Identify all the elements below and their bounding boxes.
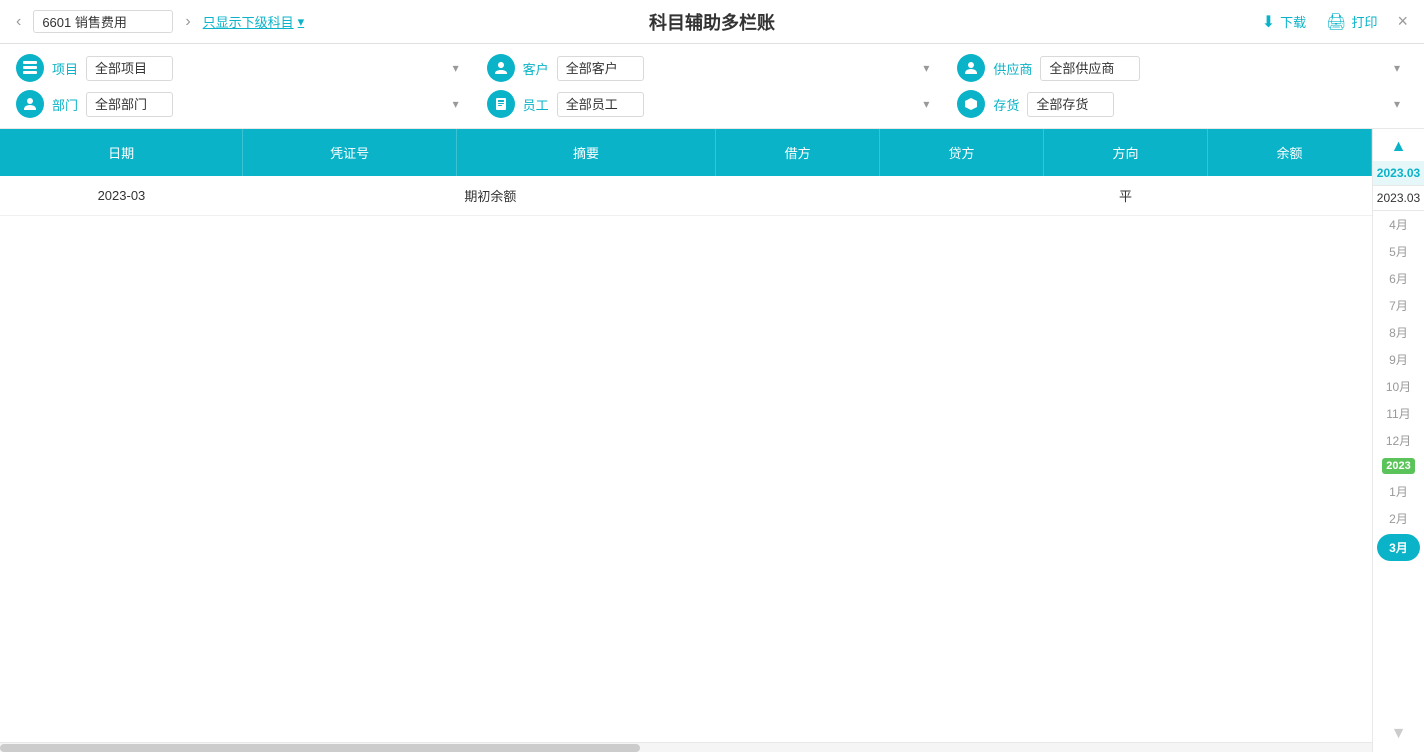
project-icon <box>16 54 44 82</box>
timeline-up-button[interactable]: ▲ <box>1373 133 1424 161</box>
filter-bar: 项目 全部项目 客户 全部客户 <box>0 44 1424 129</box>
cell-direction: 平 <box>1044 176 1208 216</box>
timeline-month-8[interactable]: 8月 <box>1373 319 1424 346</box>
filter-item-customer: 客户 全部客户 <box>487 54 938 82</box>
col-voucher: 凭证号 <box>243 129 457 176</box>
customer-select[interactable]: 全部客户 <box>557 56 644 81</box>
timeline-month-3-active[interactable]: 3月 <box>1377 534 1420 561</box>
download-button[interactable]: ⬇ 下载 <box>1262 12 1306 32</box>
timeline-header-2023-03-1[interactable]: 2023.03 <box>1373 161 1424 186</box>
supplier-icon <box>957 54 985 82</box>
cell-date: 2023-03 <box>0 176 243 216</box>
timeline-month-5[interactable]: 5月 <box>1373 238 1424 265</box>
project-label: 项目 <box>52 59 78 78</box>
table-header-row: 日期 凭证号 摘要 借方 贷方 方向 余额 <box>0 129 1372 176</box>
customer-label: 客户 <box>523 59 549 78</box>
filter-item-department: 部门 全部部门 <box>16 90 467 118</box>
timeline-month-4[interactable]: 4月 <box>1373 211 1424 238</box>
employee-label: 员工 <box>523 95 549 114</box>
page-title: 科目辅助多栏账 <box>649 9 775 35</box>
project-select[interactable]: 全部项目 <box>86 56 173 81</box>
department-select-wrapper: 全部部门 <box>86 92 467 117</box>
down-arrow-icon: ▼ <box>1391 725 1407 743</box>
show-sub-button[interactable]: 只显示下级科目 ▾ <box>203 12 305 31</box>
col-balance: 余额 <box>1207 129 1371 176</box>
timeline-month-9[interactable]: 9月 <box>1373 346 1424 373</box>
table-row: 2023-03 期初余额 平 <box>0 176 1372 216</box>
timeline-month-7[interactable]: 7月 <box>1373 292 1424 319</box>
timeline-month-1[interactable]: 1月 <box>1373 478 1424 505</box>
supplier-label: 供应商 <box>993 59 1032 78</box>
download-label: 下载 <box>1280 12 1306 31</box>
nav-next-button[interactable]: › <box>181 11 194 33</box>
employee-select-wrapper: 全部员工 <box>557 92 938 117</box>
filter-item-employee: 员工 全部员工 <box>487 90 938 118</box>
title-bar-right: ⬇ 下载 🖨 打印 × <box>1262 11 1408 32</box>
supplier-select-wrapper: 全部供应商 <box>1040 56 1408 81</box>
print-icon: 🖨 <box>1326 12 1346 32</box>
main-content: 日期 凭证号 摘要 借方 贷方 方向 余额 2023-03 <box>0 129 1424 752</box>
cell-debit <box>716 176 880 216</box>
timeline-month-11[interactable]: 11月 <box>1373 400 1424 427</box>
col-credit: 贷方 <box>880 129 1044 176</box>
account-code-input[interactable] <box>33 10 173 33</box>
cell-summary: 期初余额 <box>456 176 715 216</box>
timeline-year-2023[interactable]: 2023 <box>1382 458 1414 474</box>
inventory-select-wrapper: 全部存货 <box>1027 92 1408 117</box>
download-icon: ⬇ <box>1262 12 1275 32</box>
nav-prev-button[interactable]: ‹ <box>12 11 25 33</box>
timeline-sidebar: ▲ 2023.03 2023.03 4月 5月 6月 <box>1372 129 1424 752</box>
cell-balance <box>1207 176 1371 216</box>
ledger-table: 日期 凭证号 摘要 借方 贷方 方向 余额 2023-03 <box>0 129 1372 216</box>
timeline-month-12[interactable]: 12月 <box>1373 427 1424 454</box>
main-window: ‹ › 只显示下级科目 ▾ 科目辅助多栏账 ⬇ 下载 🖨 打印 × <box>0 0 1424 752</box>
supplier-select[interactable]: 全部供应商 <box>1040 56 1140 81</box>
filter-row-1: 项目 全部项目 客户 全部客户 <box>16 54 1408 82</box>
timeline-items: 2023.03 2023.03 4月 5月 6月 7月 <box>1373 161 1424 720</box>
title-bar-left: ‹ › 只显示下级科目 ▾ <box>12 10 304 33</box>
table-container[interactable]: 日期 凭证号 摘要 借方 贷方 方向 余额 2023-03 <box>0 129 1372 742</box>
inventory-select[interactable]: 全部存货 <box>1027 92 1114 117</box>
col-summary: 摘要 <box>456 129 715 176</box>
timeline-header-2023-03-2[interactable]: 2023.03 <box>1373 186 1424 211</box>
customer-select-wrapper: 全部客户 <box>557 56 938 81</box>
cell-voucher <box>243 176 457 216</box>
col-direction: 方向 <box>1044 129 1208 176</box>
bottom-scrollbar[interactable] <box>0 742 1372 752</box>
department-label: 部门 <box>52 95 78 114</box>
cell-credit <box>880 176 1044 216</box>
scrollbar-thumb <box>0 744 640 752</box>
inventory-label: 存货 <box>993 95 1019 114</box>
customer-icon <box>487 54 515 82</box>
employee-icon <box>487 90 515 118</box>
project-select-wrapper: 全部项目 <box>86 56 467 81</box>
print-button[interactable]: 🖨 打印 <box>1326 12 1377 32</box>
title-bar: ‹ › 只显示下级科目 ▾ 科目辅助多栏账 ⬇ 下载 🖨 打印 × <box>0 0 1424 44</box>
col-date: 日期 <box>0 129 243 176</box>
filter-item-supplier: 供应商 全部供应商 <box>957 54 1408 82</box>
content-area: 日期 凭证号 摘要 借方 贷方 方向 余额 2023-03 <box>0 129 1372 752</box>
timeline-month-6[interactable]: 6月 <box>1373 265 1424 292</box>
close-button[interactable]: × <box>1397 11 1408 32</box>
timeline-down-button[interactable]: ▼ <box>1373 720 1424 748</box>
timeline-month-2[interactable]: 2月 <box>1373 505 1424 532</box>
employee-select[interactable]: 全部员工 <box>557 92 644 117</box>
filter-item-project: 项目 全部项目 <box>16 54 467 82</box>
department-icon <box>16 90 44 118</box>
print-label: 打印 <box>1351 12 1377 31</box>
department-select[interactable]: 全部部门 <box>86 92 173 117</box>
col-debit: 借方 <box>716 129 880 176</box>
filter-item-inventory: 存货 全部存货 <box>957 90 1408 118</box>
show-sub-label: 只显示下级科目 <box>203 12 294 31</box>
timeline-month-10[interactable]: 10月 <box>1373 373 1424 400</box>
up-arrow-icon: ▲ <box>1391 138 1407 156</box>
show-sub-chevron: ▾ <box>298 14 305 30</box>
inventory-icon <box>957 90 985 118</box>
filter-row-2: 部门 全部部门 员工 <box>16 90 1408 118</box>
